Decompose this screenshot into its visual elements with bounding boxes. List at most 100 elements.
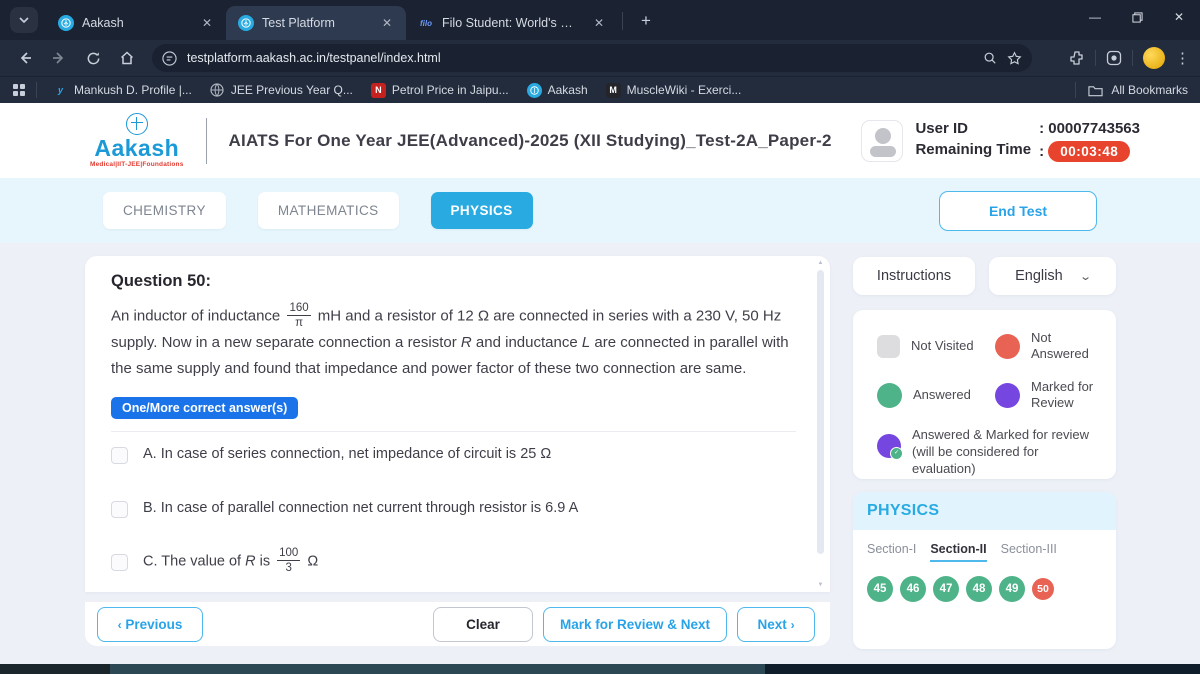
toolbar-divider bbox=[1095, 50, 1096, 66]
question-number: Question 50: bbox=[111, 272, 211, 290]
remaining-time-badge: 00:03:48 bbox=[1048, 140, 1131, 162]
aakash-logo: Aakash Medical|IIT-JEE|Foundations bbox=[90, 112, 184, 169]
browser-toolbar: testplatform.aakash.ac.in/testpanel/inde… bbox=[0, 40, 1200, 76]
question-card: Question 50: An inductor of inductance 1… bbox=[85, 256, 830, 592]
close-window-button[interactable]: ✕ bbox=[1158, 10, 1200, 24]
remaining-time-sep: : bbox=[1039, 142, 1045, 160]
toolbar-divider bbox=[1132, 50, 1133, 66]
option-a[interactable]: A. In case of series connection, net imp… bbox=[111, 446, 796, 465]
bookmark-label: JEE Previous Year Q... bbox=[230, 83, 353, 97]
question-palette: PHYSICS Section-I Section-II Section-III… bbox=[853, 492, 1116, 649]
scroll-up-icon[interactable]: ▲ bbox=[816, 260, 825, 266]
question-scrollbar[interactable]: ▲ ▼ bbox=[816, 260, 825, 588]
reload-icon[interactable] bbox=[78, 44, 108, 72]
forward-icon[interactable] bbox=[44, 44, 74, 72]
language-select[interactable]: English ⌄ bbox=[989, 257, 1116, 295]
chevron-right-icon: › bbox=[790, 617, 795, 632]
option-a-checkbox[interactable] bbox=[111, 447, 128, 465]
test-header: Aakash Medical|IIT-JEE|Foundations AIATS… bbox=[0, 103, 1200, 178]
tab-close-icon[interactable]: ✕ bbox=[198, 14, 216, 32]
previous-button[interactable]: ‹ Previous bbox=[97, 606, 203, 642]
option-b-label: B. In case of parallel connection net cu… bbox=[143, 500, 579, 517]
section-3-tab[interactable]: Section-III bbox=[1001, 542, 1057, 562]
next-button[interactable]: Next › bbox=[737, 606, 816, 642]
bookmark-label: Mankush D. Profile |... bbox=[74, 83, 192, 97]
minimize-button[interactable]: — bbox=[1074, 10, 1116, 24]
option-c-checkbox[interactable] bbox=[111, 553, 128, 571]
all-bookmarks[interactable]: All Bookmarks bbox=[1071, 82, 1188, 98]
bookmark-jee[interactable]: JEE Previous Year Q... bbox=[204, 81, 359, 100]
window-controls: — ✕ bbox=[1074, 0, 1200, 34]
remaining-time-label: Remaining Time bbox=[915, 140, 1032, 158]
variable-R: R bbox=[460, 334, 472, 352]
clear-button[interactable]: Clear bbox=[433, 606, 533, 642]
browser-profile-avatar[interactable] bbox=[1143, 47, 1165, 69]
user-avatar bbox=[861, 119, 904, 162]
tab-chemistry[interactable]: CHEMISTRY bbox=[103, 192, 226, 229]
bookmark-mankush[interactable]: y Mankush D. Profile |... bbox=[47, 81, 198, 100]
tab-close-icon[interactable]: ✕ bbox=[378, 14, 396, 32]
bookmarks-bar: y Mankush D. Profile |... JEE Previous Y… bbox=[0, 76, 1200, 103]
question-48-button[interactable]: 48 bbox=[966, 576, 992, 602]
brand-tagline: Medical|IIT-JEE|Foundations bbox=[90, 160, 184, 168]
end-test-button[interactable]: End Test bbox=[939, 190, 1097, 231]
restore-button[interactable] bbox=[1116, 11, 1158, 23]
language-value: English bbox=[1015, 268, 1063, 284]
tab-divider bbox=[622, 12, 623, 30]
tab-mathematics[interactable]: MATHEMATICS bbox=[257, 192, 399, 229]
bookmark-star-icon[interactable] bbox=[1007, 50, 1022, 66]
tab-filo[interactable]: filo Filo Student: World's Only Live | ✕ bbox=[406, 6, 618, 40]
tab-aakash[interactable]: Aakash ✕ bbox=[46, 6, 226, 40]
section-2-tab[interactable]: Section-II bbox=[930, 542, 987, 562]
tab-title: Test Platform bbox=[262, 16, 335, 30]
header-divider bbox=[205, 117, 207, 164]
aakash-favicon-icon bbox=[238, 15, 254, 31]
tab-title: Aakash bbox=[82, 16, 124, 30]
scrollbar-thumb[interactable] bbox=[817, 270, 824, 554]
not-visited-swatch bbox=[877, 334, 900, 358]
scroll-down-icon[interactable]: ▼ bbox=[816, 582, 825, 588]
question-46-button[interactable]: 46 bbox=[900, 576, 926, 602]
site-settings-icon[interactable] bbox=[162, 50, 177, 66]
toolbar-right: ⋮ bbox=[1069, 47, 1190, 69]
tab-close-icon[interactable]: ✕ bbox=[590, 14, 608, 32]
bookmark-aakash[interactable]: Aakash bbox=[521, 81, 594, 100]
new-tab-button[interactable]: + bbox=[633, 11, 659, 31]
bookmarks-divider bbox=[36, 82, 37, 98]
divider bbox=[111, 431, 796, 433]
back-icon[interactable] bbox=[10, 44, 40, 72]
question-text: An inductor of inductance 160 π mH and a … bbox=[111, 302, 796, 382]
extensions-icon[interactable] bbox=[1069, 50, 1085, 66]
question-50-button[interactable]: 50 bbox=[1032, 578, 1054, 600]
tab-physics[interactable]: PHYSICS bbox=[430, 192, 533, 229]
kebab-menu-icon[interactable]: ⋮ bbox=[1175, 49, 1190, 67]
tab-search-button[interactable] bbox=[10, 7, 38, 33]
url-text[interactable]: testplatform.aakash.ac.in/testpanel/inde… bbox=[187, 51, 973, 65]
address-bar[interactable]: testplatform.aakash.ac.in/testpanel/inde… bbox=[152, 44, 1032, 72]
brand-name: Aakash bbox=[94, 134, 180, 161]
instructions-button[interactable]: Instructions bbox=[853, 257, 975, 295]
option-b-checkbox[interactable] bbox=[111, 501, 128, 519]
lens-icon[interactable] bbox=[1106, 50, 1122, 66]
mark-review-next-button[interactable]: Mark for Review & Next bbox=[543, 606, 728, 642]
tab-test-platform[interactable]: Test Platform ✕ bbox=[226, 6, 406, 40]
subject-strip: CHEMISTRY MATHEMATICS PHYSICS End Test bbox=[0, 178, 1200, 243]
bookmark-label: Aakash bbox=[547, 83, 588, 97]
question-action-bar: ‹ Previous Clear Mark for Review & Next … bbox=[85, 601, 830, 646]
section-1-tab[interactable]: Section-I bbox=[867, 542, 916, 562]
question-47-button[interactable]: 47 bbox=[933, 576, 959, 602]
marked-swatch bbox=[995, 382, 1020, 408]
option-b[interactable]: B. In case of parallel connection net cu… bbox=[111, 500, 796, 519]
find-in-page-icon[interactable] bbox=[983, 51, 997, 65]
fraction-100-3: 100 3 bbox=[277, 547, 301, 575]
bookmark-musclewiki[interactable]: M MuscleWiki - Exerci... bbox=[600, 81, 748, 100]
chevron-down-icon: ⌄ bbox=[1078, 270, 1092, 283]
option-c[interactable]: C. The value of R is 100 3 Ω bbox=[111, 547, 796, 575]
question-45-button[interactable]: 45 bbox=[867, 576, 893, 602]
apps-grid-icon[interactable] bbox=[12, 83, 26, 97]
question-49-button[interactable]: 49 bbox=[999, 576, 1025, 602]
user-info: User ID : 00007743563 Remaining Time : 0… bbox=[861, 119, 1140, 162]
bookmark-petrol[interactable]: N Petrol Price in Jaipu... bbox=[365, 81, 515, 100]
home-icon[interactable] bbox=[112, 44, 142, 72]
answered-swatch bbox=[877, 382, 902, 408]
